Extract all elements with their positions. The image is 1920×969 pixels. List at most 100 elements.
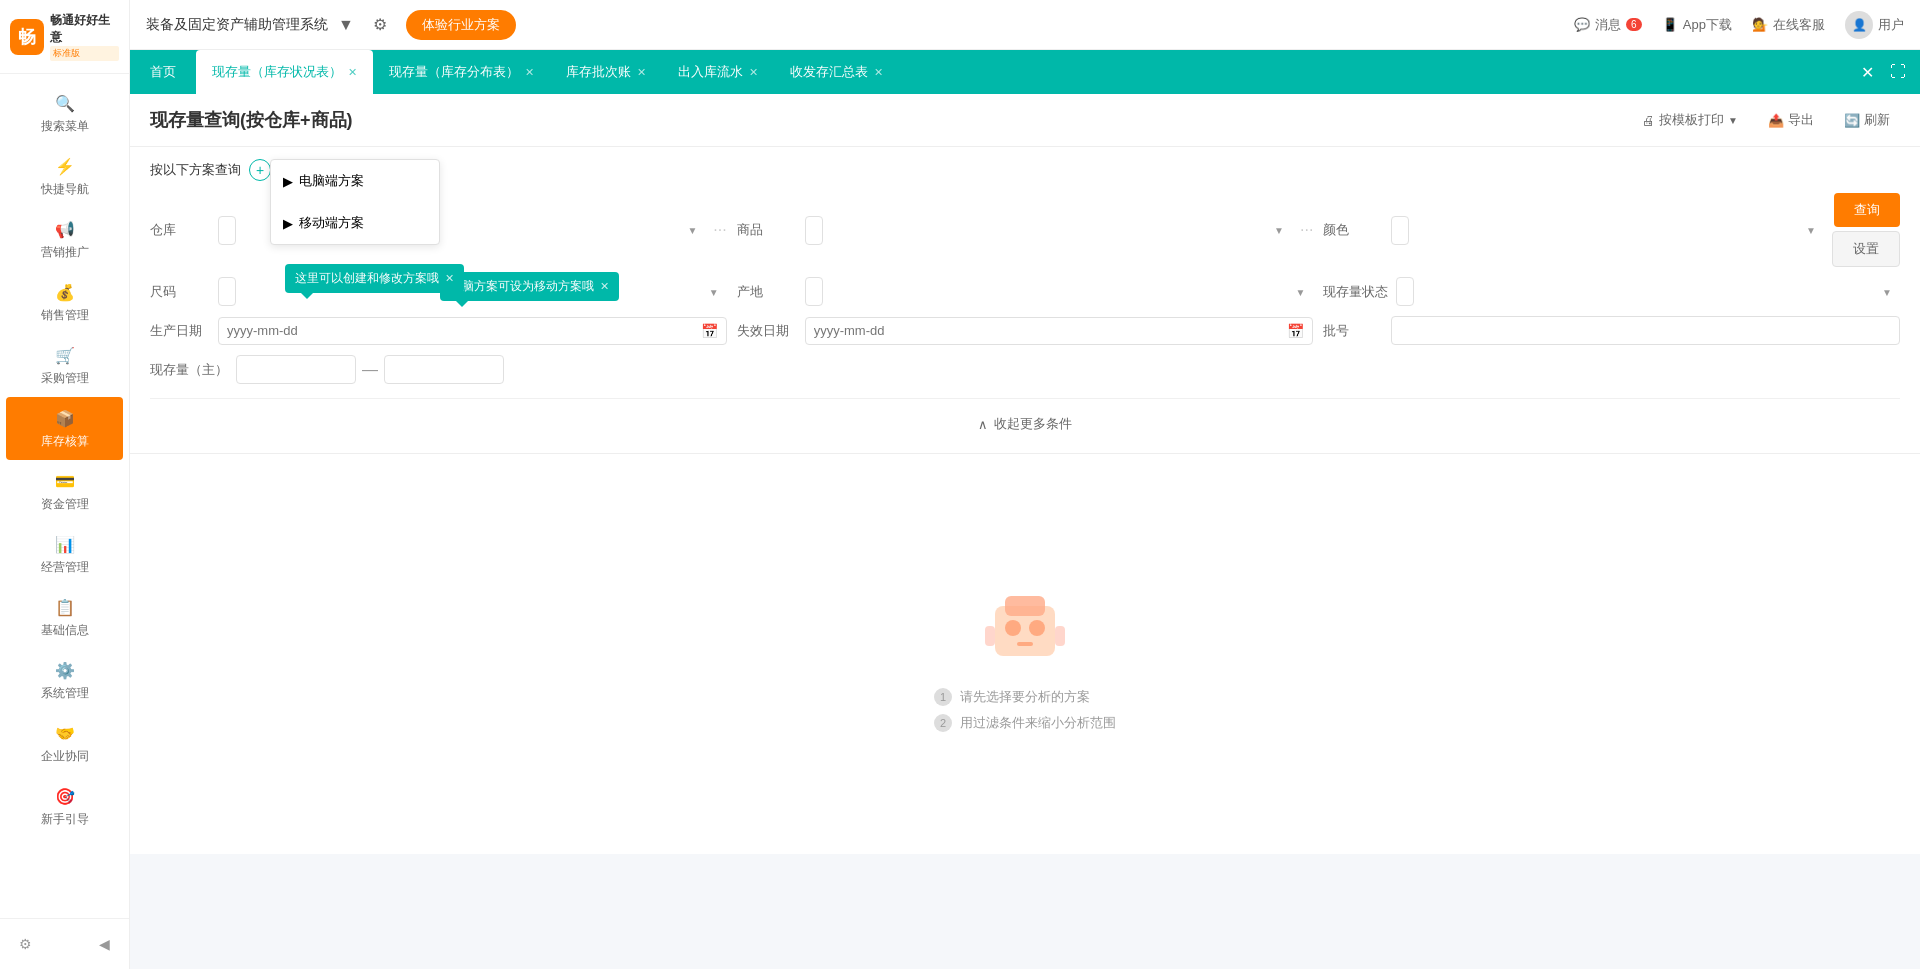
origin-field: 产地 [737, 277, 1314, 306]
stock-main-max[interactable] [384, 355, 504, 384]
tab-inventory-dist[interactable]: 现存量（库存分布表） ✕ [373, 50, 550, 94]
sidebar-item-inventory[interactable]: 📦 库存核算 [6, 397, 123, 460]
warehouse-label: 仓库 [150, 221, 210, 239]
sidebar-item-label: 经营管理 [41, 559, 89, 576]
tab-close-inventory-status[interactable]: ✕ [348, 66, 357, 79]
filter-label: 按以下方案查询 [150, 161, 241, 179]
content-area: 现存量查询(按仓库+商品) 🖨 按模板打印 ▼ 📤 导出 🔄 刷新 [130, 94, 1920, 969]
search-btn[interactable]: 查询 [1834, 193, 1900, 227]
tab-home[interactable]: 首页 [130, 50, 196, 94]
sidebar-item-basic[interactable]: 📋 基础信息 [0, 586, 129, 649]
filter-actions-1: 查询 设置 [1832, 193, 1900, 267]
page-header: 现存量查询(按仓库+商品) 🖨 按模板打印 ▼ 📤 导出 🔄 刷新 [130, 94, 1920, 147]
warehouse-dots[interactable]: ··· [713, 221, 726, 239]
sidebar-item-label: 采购管理 [41, 370, 89, 387]
warehouse-select[interactable] [218, 216, 236, 245]
basic-icon: 📋 [54, 596, 76, 618]
settings-bottom-btn[interactable]: ⚙ [10, 929, 40, 959]
topbar: 装备及固定资产辅助管理系统 ▼ ⚙ 体验行业方案 💬 消息 6 📱 App下载 … [130, 0, 1920, 50]
fullscreen-btn[interactable]: ⛶ [1886, 59, 1910, 85]
empty-illustration [975, 576, 1075, 676]
add-scheme-btn[interactable]: + [249, 159, 271, 181]
production-date-input[interactable] [227, 323, 697, 338]
expiry-date-input[interactable] [814, 323, 1284, 338]
origin-select[interactable] [805, 277, 823, 306]
sidebar-item-nav[interactable]: ⚡ 快捷导航 [0, 145, 129, 208]
origin-label: 产地 [737, 283, 797, 301]
stock-status-select[interactable] [1396, 277, 1414, 306]
stock-main-label: 现存量（主） [150, 361, 228, 379]
reset-btn[interactable]: 设置 [1832, 231, 1900, 267]
scheme-tooltip-bottom-close[interactable]: ✕ [445, 272, 454, 285]
logo-area: 畅 畅通好好生意 标准版 [0, 0, 129, 74]
collapse-btn[interactable]: ◀ [89, 929, 119, 959]
empty-steps: 1 请先选择要分析的方案 2 用过滤条件来缩小分析范围 [934, 688, 1116, 732]
sales-icon: 💰 [54, 281, 76, 303]
refresh-btn[interactable]: 🔄 刷新 [1834, 106, 1900, 134]
product-label: 商品 [737, 221, 797, 239]
purchase-icon: 🛒 [54, 344, 76, 366]
scheme-tooltip-top: 电脑方案可设为移动方案哦 ✕ [440, 272, 619, 301]
sidebar-item-sales[interactable]: 💰 销售管理 [0, 271, 129, 334]
collapse-filter-btn[interactable]: ∧ 收起更多条件 [970, 407, 1080, 441]
expiry-date-calendar-icon[interactable]: 📅 [1287, 323, 1304, 339]
svg-rect-5 [985, 626, 995, 646]
sidebar-item-system[interactable]: ⚙️ 系统管理 [0, 649, 129, 712]
sidebar-item-label: 库存核算 [41, 433, 89, 450]
sidebar-item-operation[interactable]: 📊 经营管理 [0, 523, 129, 586]
notification-btn[interactable]: 💬 消息 6 [1574, 16, 1642, 34]
sidebar-item-enterprise[interactable]: 🤝 企业协同 [0, 712, 129, 775]
color-select[interactable] [1391, 216, 1409, 245]
empty-step-1: 1 请先选择要分析的方案 [934, 688, 1116, 706]
stock-status-field: 现存量状态 [1323, 277, 1900, 306]
print-dropdown-icon: ▼ [1728, 115, 1738, 126]
tab-close-io-flow[interactable]: ✕ [749, 66, 758, 79]
batch-input[interactable] [1391, 316, 1900, 345]
sidebar-item-label: 企业协同 [41, 748, 89, 765]
sidebar-item-marketing[interactable]: 📢 营销推广 [0, 208, 129, 271]
empty-step-2: 2 用过滤条件来缩小分析范围 [934, 714, 1116, 732]
stock-main-min[interactable] [236, 355, 356, 384]
color-field: 颜色 查询 设置 [1323, 193, 1900, 267]
sidebar-item-finance[interactable]: 💳 资金管理 [0, 460, 129, 523]
tab-io-flow[interactable]: 出入库流水 ✕ [662, 50, 774, 94]
sidebar-item-purchase[interactable]: 🛒 采购管理 [0, 334, 129, 397]
scheme-tooltip-top-close[interactable]: ✕ [600, 280, 609, 293]
filter-header: 按以下方案查询 + ↻ ← ▶ 电脑端方案 ▶ 移动端方案 [150, 159, 1900, 181]
size-select[interactable] [218, 277, 236, 306]
dropdown-arrow: ▼ [338, 16, 354, 34]
filter-row-3: 生产日期 📅 失效日期 📅 批号 [150, 316, 1900, 345]
tab-collect-summary[interactable]: 收发存汇总表 ✕ [774, 50, 899, 94]
user-btn[interactable]: 👤 用户 [1845, 11, 1904, 39]
stock-main-field: 现存量（主） — [150, 355, 730, 384]
app-download-btn[interactable]: 📱 App下载 [1662, 16, 1732, 34]
online-service-btn[interactable]: 💁 在线客服 [1752, 16, 1825, 34]
page-actions: 🖨 按模板打印 ▼ 📤 导出 🔄 刷新 [1632, 106, 1900, 134]
tab-close-inventory-dist[interactable]: ✕ [525, 66, 534, 79]
sidebar-item-search[interactable]: 🔍 搜索菜单 [0, 82, 129, 145]
step-num-2: 2 [934, 714, 952, 732]
main-area: 装备及固定资产辅助管理系统 ▼ ⚙ 体验行业方案 💬 消息 6 📱 App下载 … [130, 0, 1920, 969]
tab-inventory-status[interactable]: 现存量（库存状况表） ✕ [196, 50, 373, 94]
tab-close-batch-account[interactable]: ✕ [637, 66, 646, 79]
export-btn[interactable]: 📤 导出 [1758, 106, 1824, 134]
empty-state: 1 请先选择要分析的方案 2 用过滤条件来缩小分析范围 [914, 516, 1136, 792]
system-dropdown[interactable]: ▼ [338, 16, 354, 34]
close-all-tabs-btn[interactable]: ✕ [1857, 59, 1878, 86]
svg-rect-1 [1005, 596, 1045, 616]
tab-batch-account[interactable]: 库存批次账 ✕ [550, 50, 662, 94]
production-date-calendar-icon[interactable]: 📅 [701, 323, 718, 339]
operation-icon: 📊 [54, 533, 76, 555]
product-select[interactable] [805, 216, 823, 245]
template-print-btn[interactable]: 🖨 按模板打印 ▼ [1632, 106, 1748, 134]
industry-btn[interactable]: 体验行业方案 [406, 10, 516, 40]
logo-text: 畅通好好生意 标准版 [50, 12, 119, 61]
mobile-scheme-expand[interactable]: ▶ 移动端方案 [271, 208, 439, 238]
batch-field: 批号 [1323, 316, 1900, 345]
settings-btn[interactable]: ⚙ [364, 9, 396, 41]
tab-close-collect-summary[interactable]: ✕ [874, 66, 883, 79]
pc-scheme-expand[interactable]: ▶ 电脑端方案 [271, 166, 439, 196]
avatar: 👤 [1845, 11, 1873, 39]
product-dots[interactable]: ··· [1300, 221, 1313, 239]
sidebar-item-guide[interactable]: 🎯 新手引导 [0, 775, 129, 838]
